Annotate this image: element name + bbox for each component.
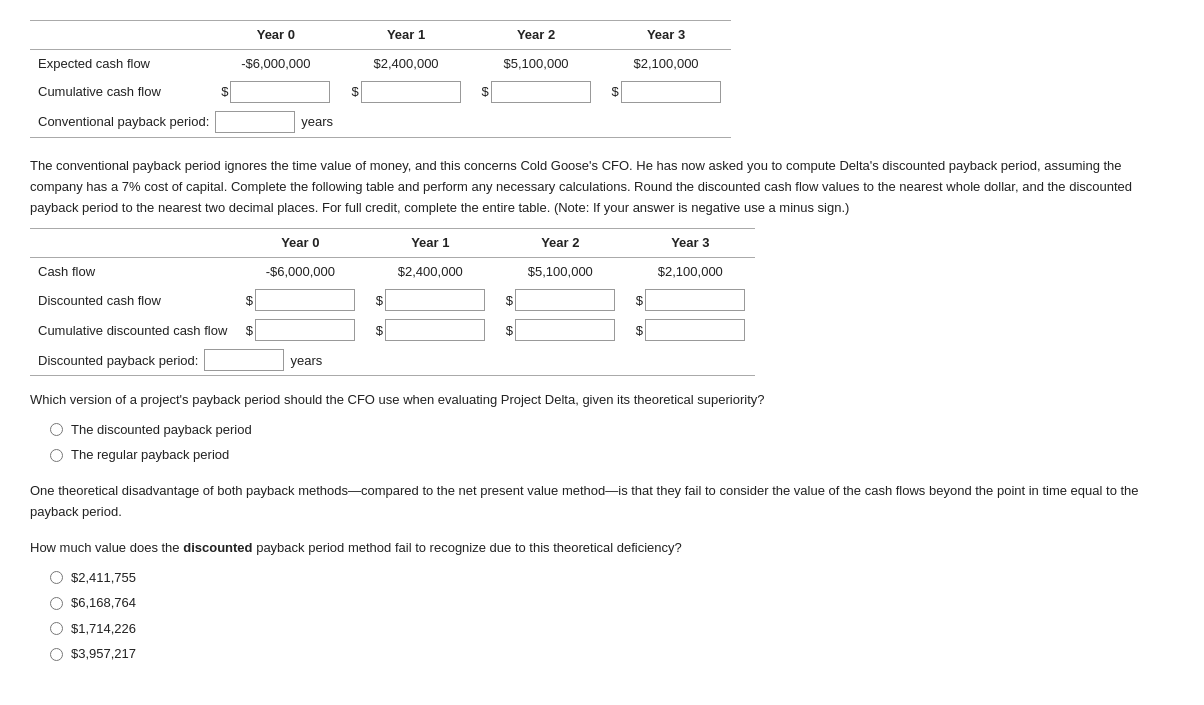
paragraph1-text: One theoretical disadvantage of both pay… xyxy=(30,481,1174,523)
cumulative-cashflow-input-year1[interactable]: $ xyxy=(341,77,471,107)
table2-header-year1: Year 1 xyxy=(365,229,495,258)
question2-bold: discounted xyxy=(183,540,252,555)
table1-header-year2: Year 2 xyxy=(471,21,601,50)
expected-cashflow-year3: $2,100,000 xyxy=(601,49,731,77)
table1-header-year1: Year 1 xyxy=(341,21,471,50)
dollar-sign: $ xyxy=(376,321,383,341)
question2-text: How much value does the discounted payba… xyxy=(30,538,1174,558)
radio-label-regular: The regular payback period xyxy=(71,445,229,465)
table-row: Cumulative cash flow $ $ $ xyxy=(30,77,731,107)
row-label-cashflow: Cash flow xyxy=(30,257,235,285)
row-label-expected-cashflow: Expected cash flow xyxy=(30,49,211,77)
discounted-cashflow-year2-input[interactable] xyxy=(515,289,615,311)
discounted-cashflow-input-year0[interactable]: $ xyxy=(235,285,365,315)
dollar-sign: $ xyxy=(636,321,643,341)
table2-header-label xyxy=(30,229,235,258)
cumulative-cashflow-year0-input[interactable] xyxy=(230,81,330,103)
discounted-cashflow-year1-input[interactable] xyxy=(385,289,485,311)
table2-header-year0: Year 0 xyxy=(235,229,365,258)
question1-text: Which version of a project's payback per… xyxy=(30,390,1174,410)
discounted-cashflow-input-year3[interactable]: $ xyxy=(625,285,755,315)
radio-q2-option3[interactable] xyxy=(50,622,63,635)
radio-label-q2-option1: $2,411,755 xyxy=(71,568,136,588)
cumulative-cashflow-input-year3[interactable]: $ xyxy=(601,77,731,107)
radio-option-regular[interactable]: The regular payback period xyxy=(50,445,1174,465)
row-label-cumulative-discounted-cashflow: Cumulative discounted cash flow xyxy=(30,315,235,345)
radio-option-q2-4[interactable]: $3,957,217 xyxy=(50,644,1174,664)
cumulative-discounted-cashflow-input-year3[interactable]: $ xyxy=(625,315,755,345)
discounted-cashflow-year0-input[interactable] xyxy=(255,289,355,311)
table2-header-year2: Year 2 xyxy=(495,229,625,258)
discounted-cashflow-input-year1[interactable]: $ xyxy=(365,285,495,315)
radio-label-q2-option4: $3,957,217 xyxy=(71,644,136,664)
radio-q2-option1[interactable] xyxy=(50,571,63,584)
dollar-sign: $ xyxy=(506,291,513,311)
row-label-discounted-cashflow: Discounted cash flow xyxy=(30,285,235,315)
radio-option-q2-3[interactable]: $1,714,226 xyxy=(50,619,1174,639)
payback-period-row: Conventional payback period: years xyxy=(30,107,731,138)
radio-label-q2-option3: $1,714,226 xyxy=(71,619,136,639)
discounted-cashflow-year3-input[interactable] xyxy=(645,289,745,311)
table1: Year 0 Year 1 Year 2 Year 3 Expected cas… xyxy=(30,20,731,138)
dollar-sign: $ xyxy=(221,82,228,102)
expected-cashflow-year2: $5,100,000 xyxy=(471,49,601,77)
table-row: Discounted cash flow $ $ $ xyxy=(30,285,755,315)
radio-q2-option2[interactable] xyxy=(50,597,63,610)
discounted-payback-label: Discounted payback period: years xyxy=(30,345,365,376)
dollar-sign: $ xyxy=(246,321,253,341)
cumulative-cashflow-year3-input[interactable] xyxy=(621,81,721,103)
table1-header-year3: Year 3 xyxy=(601,21,731,50)
radio-q2-option4[interactable] xyxy=(50,648,63,661)
cum-discounted-cashflow-year2-input[interactable] xyxy=(515,319,615,341)
radio-label-discounted: The discounted payback period xyxy=(71,420,252,440)
cumulative-cashflow-input-year0[interactable]: $ xyxy=(211,77,341,107)
cum-discounted-cashflow-year1-input[interactable] xyxy=(385,319,485,341)
table-row: Cumulative discounted cash flow $ $ $ xyxy=(30,315,755,345)
dollar-sign: $ xyxy=(481,82,488,102)
radio-discounted-payback[interactable] xyxy=(50,423,63,436)
conventional-payback-input[interactable] xyxy=(215,111,295,133)
radio-option-discounted[interactable]: The discounted payback period xyxy=(50,420,1174,440)
cumulative-cashflow-input-year2[interactable]: $ xyxy=(471,77,601,107)
cum-discounted-cashflow-year3-input[interactable] xyxy=(645,319,745,341)
dollar-sign: $ xyxy=(506,321,513,341)
discounted-payback-period-row: Discounted payback period: years xyxy=(30,345,755,376)
radio-option-q2-1[interactable]: $2,411,755 xyxy=(50,568,1174,588)
dollar-sign: $ xyxy=(636,291,643,311)
expected-cashflow-year0: -$6,000,000 xyxy=(211,49,341,77)
cashflow-year1: $2,400,000 xyxy=(365,257,495,285)
description-text: The conventional payback period ignores … xyxy=(30,156,1174,218)
cumulative-discounted-cashflow-input-year0[interactable]: $ xyxy=(235,315,365,345)
table1-header-year0: Year 0 xyxy=(211,21,341,50)
table-row: Expected cash flow -$6,000,000 $2,400,00… xyxy=(30,49,731,77)
dollar-sign: $ xyxy=(376,291,383,311)
dollar-sign: $ xyxy=(351,82,358,102)
cashflow-year3: $2,100,000 xyxy=(625,257,755,285)
cum-discounted-cashflow-year0-input[interactable] xyxy=(255,319,355,341)
cashflow-year2: $5,100,000 xyxy=(495,257,625,285)
cumulative-cashflow-year2-input[interactable] xyxy=(491,81,591,103)
cashflow-year0: -$6,000,000 xyxy=(235,257,365,285)
table2-header-year3: Year 3 xyxy=(625,229,755,258)
table1-header-label xyxy=(30,21,211,50)
cumulative-discounted-cashflow-input-year1[interactable]: $ xyxy=(365,315,495,345)
row-label-cumulative-cashflow: Cumulative cash flow xyxy=(30,77,211,107)
radio-option-q2-2[interactable]: $6,168,764 xyxy=(50,593,1174,613)
radio-label-q2-option2: $6,168,764 xyxy=(71,593,136,613)
expected-cashflow-year1: $2,400,000 xyxy=(341,49,471,77)
discounted-cashflow-input-year2[interactable]: $ xyxy=(495,285,625,315)
conventional-payback-label: Conventional payback period: years xyxy=(30,107,341,138)
cumulative-cashflow-year1-input[interactable] xyxy=(361,81,461,103)
radio-regular-payback[interactable] xyxy=(50,449,63,462)
table-row: Cash flow -$6,000,000 $2,400,000 $5,100,… xyxy=(30,257,755,285)
dollar-sign: $ xyxy=(246,291,253,311)
cumulative-discounted-cashflow-input-year2[interactable]: $ xyxy=(495,315,625,345)
table2: Year 0 Year 1 Year 2 Year 3 Cash flow -$… xyxy=(30,228,755,376)
discounted-payback-input[interactable] xyxy=(204,349,284,371)
dollar-sign: $ xyxy=(611,82,618,102)
